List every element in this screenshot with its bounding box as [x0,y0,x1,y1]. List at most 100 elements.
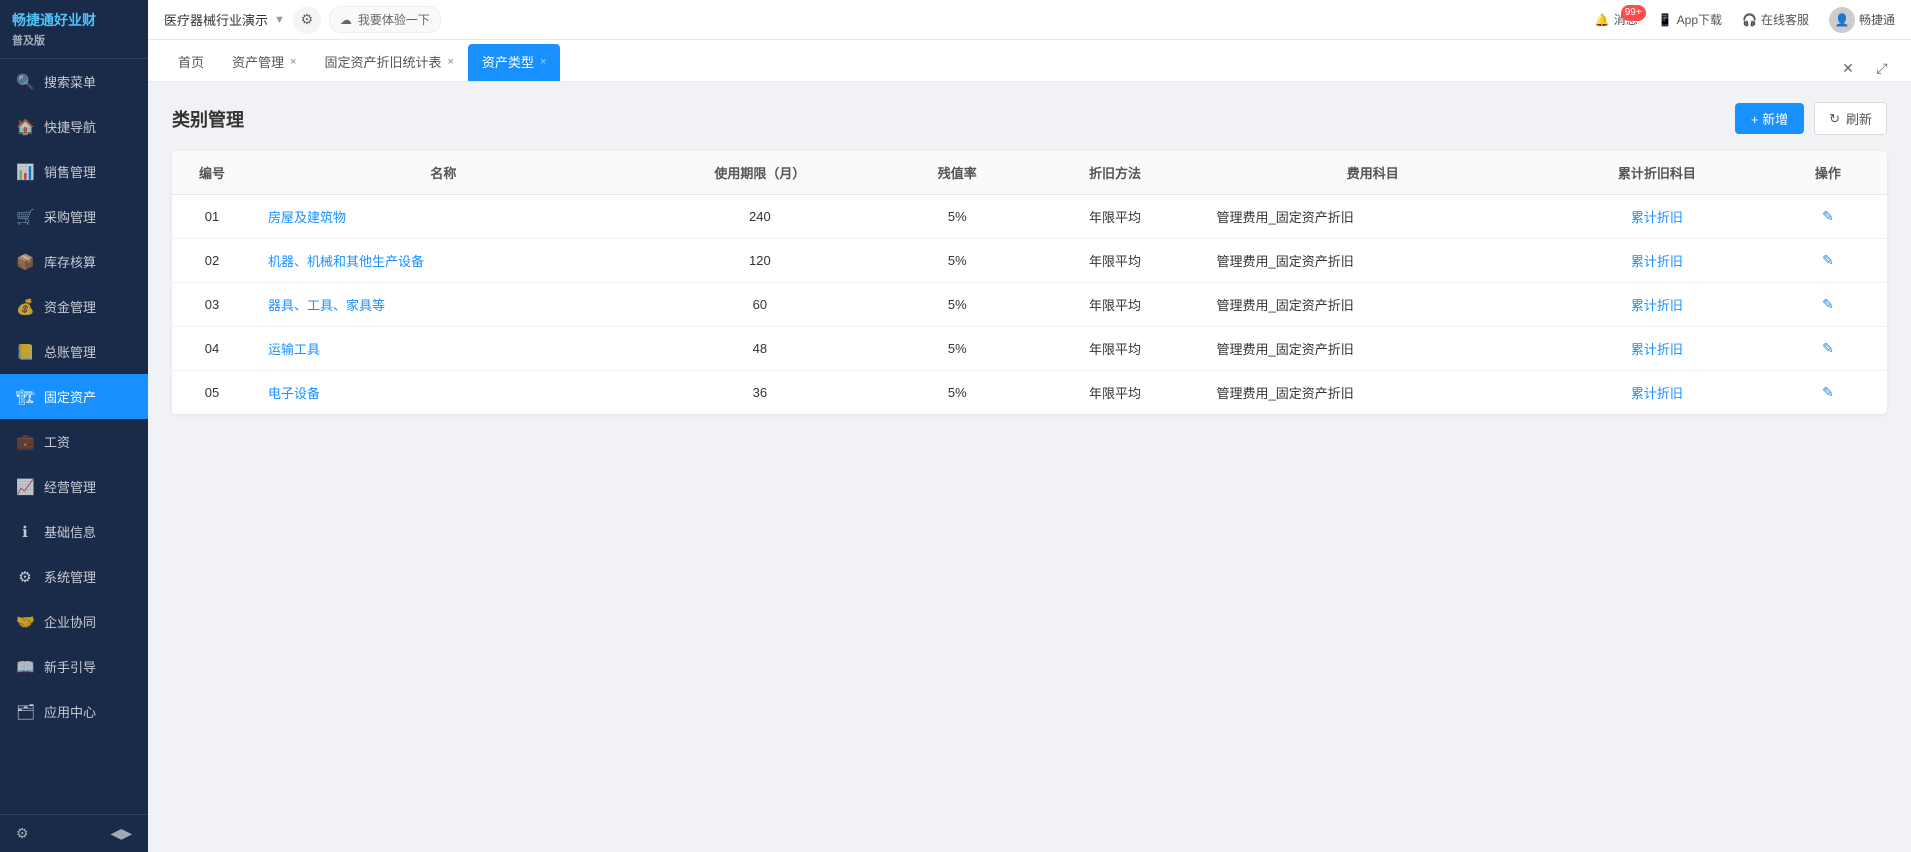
cell-id: 04 [172,327,252,371]
tab-depreciation-label: 固定资产折旧统计表 [324,52,441,71]
tab-asset-management[interactable]: 资产管理 × [218,44,310,81]
search-icon: 🔍 [16,73,34,91]
cell-residual: 5% [885,283,1030,327]
sidebar-item-operations[interactable]: 📈 经营管理 [0,464,148,509]
maximize-button[interactable]: ⤢ [1869,55,1895,81]
experience-button[interactable]: ☁ 我要体验一下 [329,6,441,33]
cell-method: 年限平均 [1030,195,1201,239]
tab-fixed-asset-depreciation[interactable]: 固定资产折旧统计表 × [310,44,467,81]
sidebar-item-search[interactable]: 🔍 搜索菜单 [0,59,148,104]
table-row: 02 机器、机械和其他生产设备 120 5% 年限平均 管理费用_固定资产折旧 … [172,239,1887,283]
sidebar-item-label: 工资 [44,432,70,451]
sidebar-item-inventory[interactable]: 📦 库存核算 [0,239,148,284]
sidebar-nav: 🔍 搜索菜单 🏠 快捷导航 📊 销售管理 🛒 采购管理 📦 库存核算 💰 资金管… [0,59,148,814]
headset-icon: 🎧 [1742,13,1757,27]
col-method: 折旧方法 [1030,151,1201,195]
sidebar-item-label: 新手引导 [44,657,96,676]
sidebar-footer: ⚙ ◀▶ [0,814,148,852]
close-window-button[interactable]: ✕ [1835,55,1861,81]
cell-method: 年限平均 [1030,371,1201,415]
cell-accumulate: 累计折旧 [1545,371,1769,415]
tabbar-controls: ✕ ⤢ [1835,55,1895,81]
table-header: 编号 名称 使用期限（月） 残值率 折旧方法 费用科目 累计折旧科目 操作 [172,151,1887,195]
new-button[interactable]: + 新增 [1735,103,1804,134]
tab-asset-type[interactable]: 资产类型 × [468,44,560,81]
operations-icon: 📈 [16,478,34,496]
customer-service-button[interactable]: 🎧 在线客服 [1742,11,1809,28]
fixed-assets-icon: 🏗 [16,388,34,406]
refresh-icon: ↻ [1829,111,1840,127]
customer-service-label: 在线客服 [1761,11,1809,28]
table-body: 01 房屋及建筑物 240 5% 年限平均 管理费用_固定资产折旧 累计折旧 ✎… [172,195,1887,415]
cell-residual: 5% [885,327,1030,371]
edit-icon[interactable]: ✎ [1822,252,1834,268]
sidebar-toggle-button[interactable]: ◀▶ [110,825,132,842]
cell-cost-subject: 管理费用_固定资产折旧 [1201,283,1545,327]
app-name: 畅捷通好业财 [12,10,96,30]
sidebar-item-fixed-assets[interactable]: 🏗 固定资产 [0,374,148,419]
app-version: 普及版 [12,32,45,48]
sidebar-item-label: 企业协同 [44,612,96,631]
tab-home-label: 首页 [178,52,204,71]
chevron-down-icon: ▼ [274,14,285,26]
content-area: 类别管理 + 新增 ↻ 刷新 编号 名称 使用期限（月） 残值率 折旧方法 [148,82,1911,852]
sidebar-item-enterprise[interactable]: 🤝 企业协同 [0,599,148,644]
edit-icon[interactable]: ✎ [1822,296,1834,312]
cell-action[interactable]: ✎ [1769,371,1887,415]
sidebar-item-app-center[interactable]: 🗂 应用中心 [0,689,148,734]
topbar-left: 医疗器械行业演示 ▼ ⚙ ☁ 我要体验一下 [164,6,441,34]
payroll-icon: 💼 [16,433,34,451]
topbar: 医疗器械行业演示 ▼ ⚙ ☁ 我要体验一下 🔔 消息 99+ 📱 App下载 [148,0,1911,40]
sidebar-item-payroll[interactable]: 💼 工资 [0,419,148,464]
app-download-button[interactable]: 📱 App下载 [1658,11,1722,28]
sidebar-item-sales[interactable]: 📊 销售管理 [0,149,148,194]
sidebar-item-quick-nav[interactable]: 🏠 快捷导航 [0,104,148,149]
close-tab-icon[interactable]: × [447,56,453,68]
cell-period: 36 [635,371,885,415]
cell-name: 电子设备 [252,371,635,415]
sidebar-logo: 畅捷通好业财 普及版 [0,0,148,59]
cell-action[interactable]: ✎ [1769,195,1887,239]
cell-period: 240 [635,195,885,239]
edit-icon[interactable]: ✎ [1822,384,1834,400]
sidebar-item-ledger[interactable]: 📒 总账管理 [0,329,148,374]
settings-button[interactable]: ⚙ [16,825,29,842]
tab-asset-management-label: 资产管理 [232,52,284,71]
sidebar-item-label: 固定资产 [44,387,96,406]
col-id: 编号 [172,151,252,195]
refresh-button[interactable]: ↻ 刷新 [1814,102,1887,135]
close-tab-icon[interactable]: × [290,56,296,68]
cell-cost-subject: 管理费用_固定资产折旧 [1201,327,1545,371]
sidebar-item-label: 经营管理 [44,477,96,496]
cell-action[interactable]: ✎ [1769,239,1887,283]
sidebar-item-basic-info[interactable]: ℹ 基础信息 [0,509,148,554]
cell-action[interactable]: ✎ [1769,327,1887,371]
cell-name: 器具、工具、家具等 [252,283,635,327]
sidebar-item-label: 系统管理 [44,567,96,586]
main-area: 医疗器械行业演示 ▼ ⚙ ☁ 我要体验一下 🔔 消息 99+ 📱 App下载 [148,0,1911,852]
notifications-button[interactable]: 🔔 消息 99+ [1595,11,1638,28]
home-icon: 🏠 [16,118,34,136]
sidebar-item-purchase[interactable]: 🛒 采购管理 [0,194,148,239]
sidebar-item-guide[interactable]: 📖 新手引导 [0,644,148,689]
bell-icon: 🔔 [1595,13,1610,27]
cell-cost-subject: 管理费用_固定资产折旧 [1201,371,1545,415]
data-table-container: 编号 名称 使用期限（月） 残值率 折旧方法 费用科目 累计折旧科目 操作 01… [172,151,1887,414]
company-name: 医疗器械行业演示 [164,10,268,29]
enterprise-icon: 🤝 [16,613,34,631]
edit-icon[interactable]: ✎ [1822,208,1834,224]
close-tab-icon[interactable]: × [540,56,546,68]
page-header: 类别管理 + 新增 ↻ 刷新 [172,102,1887,135]
settings-gear-button[interactable]: ⚙ [293,6,321,34]
cell-method: 年限平均 [1030,283,1201,327]
tab-home[interactable]: 首页 [164,44,218,81]
app-download-label: App下载 [1677,11,1722,28]
edit-icon[interactable]: ✎ [1822,340,1834,356]
company-selector[interactable]: 医疗器械行业演示 ▼ [164,10,285,29]
user-profile-button[interactable]: 👤 畅捷通 [1829,7,1895,33]
sidebar-item-funds[interactable]: 💰 资金管理 [0,284,148,329]
sidebar-item-system[interactable]: ⚙ 系统管理 [0,554,148,599]
cell-cost-subject: 管理费用_固定资产折旧 [1201,195,1545,239]
cell-action[interactable]: ✎ [1769,283,1887,327]
funds-icon: 💰 [16,298,34,316]
